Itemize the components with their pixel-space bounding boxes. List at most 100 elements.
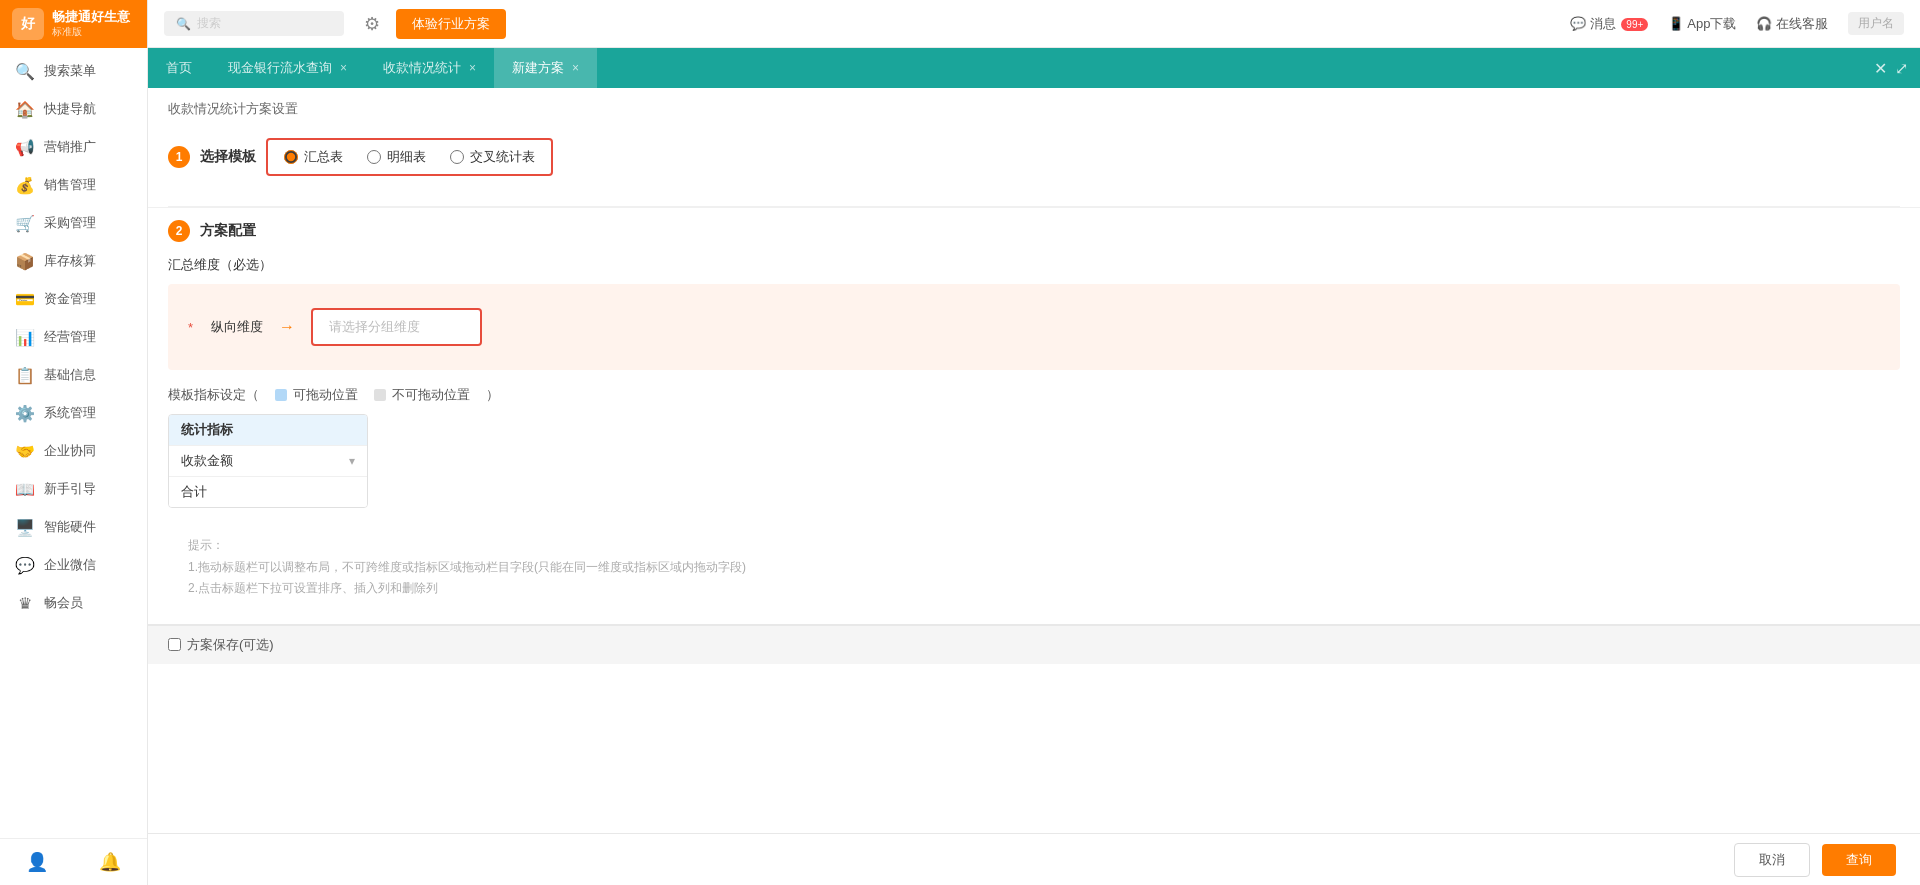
download-icon: 📱 [1668,16,1684,31]
sidebar-item-label: 基础信息 [44,366,96,384]
sidebar-item-finance[interactable]: 💳 资金管理 [0,280,147,318]
section2-header: 2 方案配置 [168,220,1900,242]
sidebar-item-sales[interactable]: 💰 销售管理 [0,166,147,204]
purchase-icon: 🛒 [16,214,34,232]
sidebar-item-nav[interactable]: 🏠 快捷导航 [0,90,147,128]
sidebar-item-guide[interactable]: 📖 新手引导 [0,470,147,508]
member-icon: ♛ [16,594,34,612]
section-config: 2 方案配置 汇总维度（必选） * 纵向维度 → 请选择分组维度 [148,207,1920,624]
inventory-icon: 📦 [16,252,34,270]
legend-fixed: 不可拖动位置 [374,386,470,404]
section-template: 1 选择模板 汇总表 明细表 交叉统计表 [148,126,1920,206]
cancel-button[interactable]: 取消 [1734,843,1810,877]
collab-icon: 🤝 [16,442,34,460]
sidebar-item-member[interactable]: ♛ 畅会员 [0,584,147,622]
tab-newplan[interactable]: 新建方案 × [494,48,597,88]
movable-legend-label: 可拖动位置 [293,386,358,404]
dimension-subsection-title: 汇总维度（必选） [168,256,1900,274]
required-star: * [188,320,193,335]
sidebar-item-collab[interactable]: 🤝 企业协同 [0,432,147,470]
tip-title: 提示： [188,535,1880,557]
metrics-row-shoukuan[interactable]: 收款金额 ▾ [169,445,367,476]
sidebar-bottom-icon2[interactable]: 🔔 [99,851,121,873]
radio-detail-input[interactable] [367,150,381,164]
topbar-right: 💬 消息 99+ 📱 App下载 🎧 在线客服 用户名 [1570,12,1904,35]
radio-cross[interactable]: 交叉统计表 [450,148,535,166]
logo-text: 畅捷通好生意 [52,9,130,25]
sidebar-item-operations[interactable]: 📊 经营管理 [0,318,147,356]
sidebar-item-label: 采购管理 [44,214,96,232]
save-option-checkbox[interactable] [168,638,181,651]
movable-legend-dot [275,389,287,401]
tab-newplan-label: 新建方案 [512,59,564,77]
section1-title: 选择模板 [200,148,256,166]
save-option-label[interactable]: 方案保存(可选) [168,636,274,654]
sidebar-item-label: 经营管理 [44,328,96,346]
hardware-icon: 🖥️ [16,518,34,536]
sidebar-item-label: 企业微信 [44,556,96,574]
service-item[interactable]: 🎧 在线客服 [1756,15,1828,33]
notice-item[interactable]: 💬 消息 99+ [1570,15,1648,33]
main: 🔍 搜索 ⚙ 体验行业方案 💬 消息 99+ 📱 App下载 🎧 在线客服 用户… [148,0,1920,885]
tabbar: 首页 现金银行流水查询 × 收款情况统计 × 新建方案 × ✕ ⤢ [148,48,1920,88]
dimension-area: * 纵向维度 → 请选择分组维度 [168,284,1900,370]
sidebar-item-hardware[interactable]: 🖥️ 智能硬件 [0,508,147,546]
sidebar-nav: 🔍 搜索菜单 🏠 快捷导航 📢 营销推广 💰 销售管理 🛒 采购管理 📦 库存核… [0,48,147,838]
radio-detail-label: 明细表 [387,148,426,166]
dimension-select[interactable]: 请选择分组维度 [311,308,482,346]
tab-newplan-close[interactable]: × [572,61,579,75]
metrics-shoukuan-label: 收款金额 [181,452,233,470]
tab-collection-close[interactable]: × [469,61,476,75]
fixed-legend-dot [374,389,386,401]
sidebar-item-marketing[interactable]: 📢 营销推广 [0,128,147,166]
metrics-header-label: 模板指标设定（ [168,386,259,404]
metrics-shoukuan-chevron[interactable]: ▾ [349,454,355,468]
radio-detail[interactable]: 明细表 [367,148,426,166]
expand-window-icon[interactable]: ⤢ [1895,59,1908,78]
sidebar-item-basic[interactable]: 📋 基础信息 [0,356,147,394]
tab-home[interactable]: 首页 [148,48,210,88]
sidebar-bottom-icon1[interactable]: 👤 [26,851,48,873]
trial-button[interactable]: 体验行业方案 [396,9,506,39]
sidebar-item-label: 企业协同 [44,442,96,460]
query-button[interactable]: 查询 [1822,844,1896,876]
dimension-placeholder: 请选择分组维度 [329,319,420,334]
user-info[interactable]: 用户名 [1848,12,1904,35]
bottom-bar: 取消 查询 [148,833,1920,885]
metrics-header: 模板指标设定（ 可拖动位置 不可拖动位置 ） [168,386,1900,404]
tab-collection[interactable]: 收款情况统计 × [365,48,494,88]
radio-summary-label: 汇总表 [304,148,343,166]
dimension-arrow-icon: → [279,318,295,336]
metrics-total: 合计 [169,476,367,507]
legend-movable: 可拖动位置 [275,386,358,404]
sales-icon: 💰 [16,176,34,194]
logo-icon: 好 [12,8,44,40]
sidebar-item-system[interactable]: ⚙️ 系统管理 [0,394,147,432]
sidebar-item-wechat[interactable]: 💬 企业微信 [0,546,147,584]
dimension-vertical-label: 纵向维度 [211,318,263,336]
close-window-icon[interactable]: ✕ [1874,59,1887,78]
sidebar-item-search[interactable]: 🔍 搜索菜单 [0,52,147,90]
sidebar-item-label: 资金管理 [44,290,96,308]
gear-icon[interactable]: ⚙ [364,13,380,35]
search-placeholder: 搜索 [197,15,221,32]
radio-cross-input[interactable] [450,150,464,164]
search-icon: 🔍 [16,62,34,80]
radio-summary[interactable]: 汇总表 [284,148,343,166]
sidebar-item-purchase[interactable]: 🛒 采购管理 [0,204,147,242]
sidebar-item-inventory[interactable]: 📦 库存核算 [0,242,147,280]
basic-icon: 📋 [16,366,34,384]
tab-cashflow[interactable]: 现金银行流水查询 × [210,48,365,88]
sidebar-bottom: 👤 🔔 [0,838,147,885]
download-item[interactable]: 📱 App下载 [1668,15,1736,33]
radio-summary-input[interactable] [284,150,298,164]
section1-number: 1 [168,146,190,168]
marketing-icon: 📢 [16,138,34,156]
topbar-search-box[interactable]: 🔍 搜索 [164,11,344,36]
topbar: 🔍 搜索 ⚙ 体验行业方案 💬 消息 99+ 📱 App下载 🎧 在线客服 用户… [148,0,1920,48]
sidebar-item-label: 快捷导航 [44,100,96,118]
wechat-icon: 💬 [16,556,34,574]
sidebar-item-label: 系统管理 [44,404,96,422]
service-icon: 🎧 [1756,16,1772,31]
tab-cashflow-close[interactable]: × [340,61,347,75]
